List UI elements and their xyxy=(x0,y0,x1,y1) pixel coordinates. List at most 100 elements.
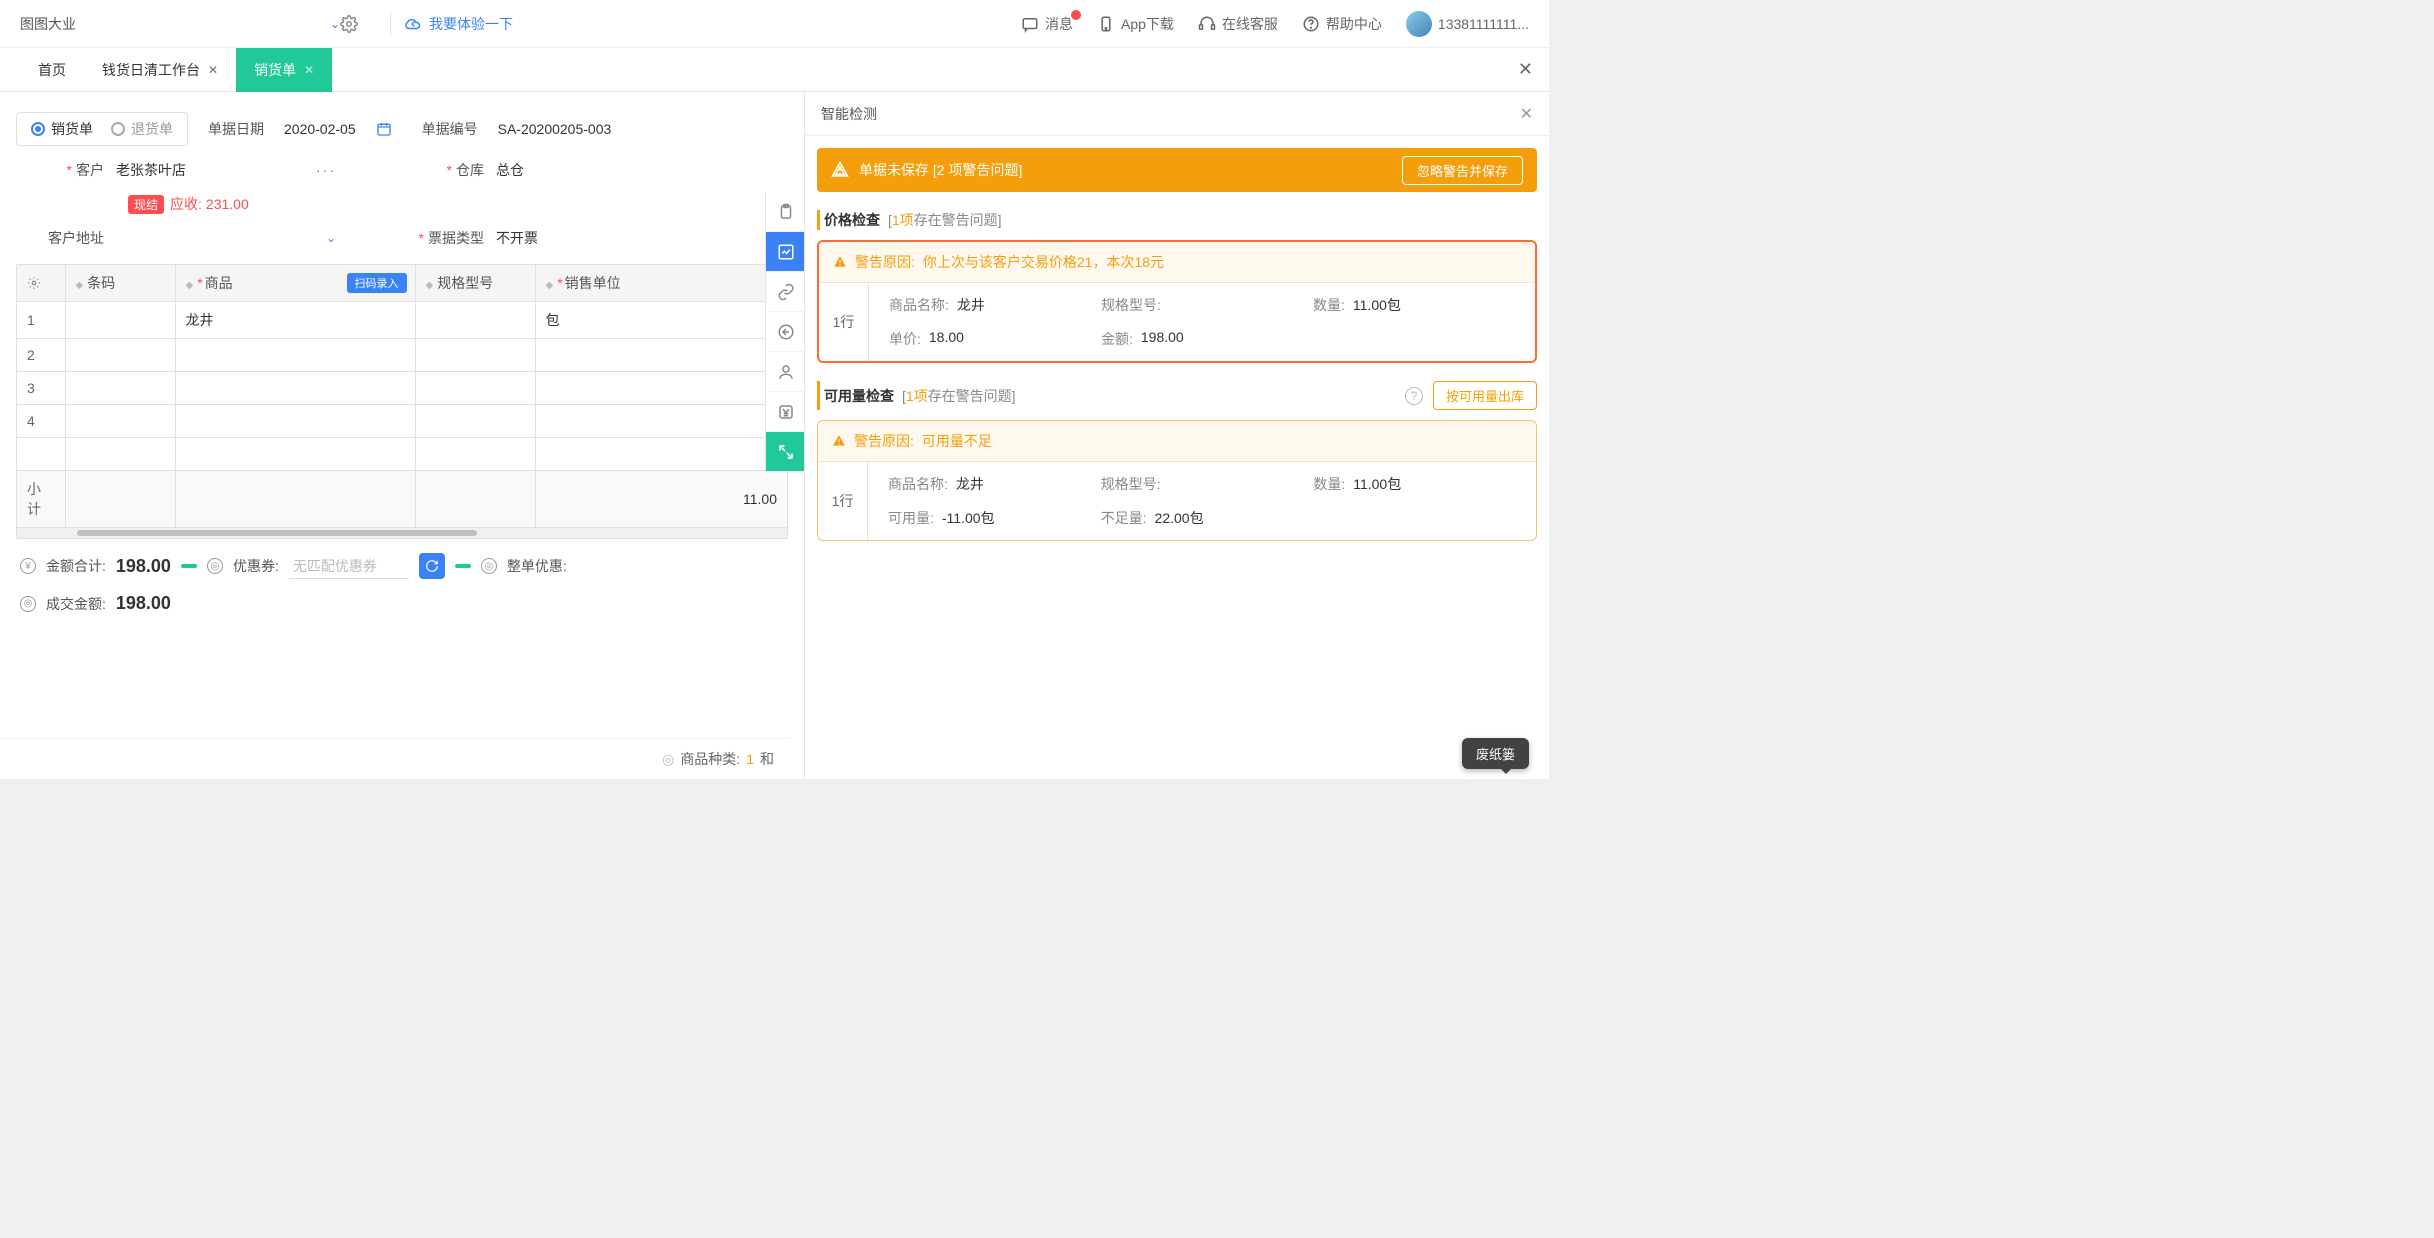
banner-text: 单据未保存 [2 项警告问题] xyxy=(859,160,1022,180)
customer-sub-info: 现结 应收: 231.00 xyxy=(16,194,249,214)
reason-text: 可用量不足 xyxy=(922,431,992,451)
calendar-icon[interactable] xyxy=(376,121,392,137)
number-label: 单据编号 xyxy=(422,119,478,139)
summary-total-row: ¥ 金额合计: 198.00 ◎ 优惠券: 无匹配优惠券 ◎ 整单优惠: xyxy=(20,553,784,579)
tab-workbench-label: 钱货日清工作台 xyxy=(102,60,200,80)
stock-warning-card: 警告原因: 可用量不足 1行 商品名称:龙井 规格型号: 数量:11.00包 可… xyxy=(817,420,1537,541)
side-person-icon[interactable] xyxy=(766,352,804,392)
date-input[interactable]: 2020-02-05 xyxy=(284,121,356,137)
table-row[interactable] xyxy=(17,438,787,471)
ignore-save-button[interactable]: 忽略警告并保存 xyxy=(1402,156,1523,185)
experience-link[interactable]: 我要体验一下 xyxy=(403,14,513,34)
price-section-note: [1项存在警告问题] xyxy=(888,210,1002,230)
warehouse-input[interactable]: 总仓 xyxy=(496,160,696,180)
coupon-icon: ◎ xyxy=(207,558,223,574)
reason-text: 你上次与该客户交易价格21，本次18元 xyxy=(923,252,1164,272)
doc-type-radio-group: 销货单 退货单 xyxy=(16,112,188,146)
chevron-down-icon: ⌄ xyxy=(330,17,340,31)
side-yen-icon[interactable] xyxy=(766,392,804,432)
side-chart-icon[interactable] xyxy=(766,232,804,272)
radio-sale[interactable]: 销货单 xyxy=(31,119,93,139)
product-types-count: 1 xyxy=(746,751,754,767)
user-menu[interactable]: 13381111111... xyxy=(1406,11,1529,37)
side-sync-icon[interactable] xyxy=(766,312,804,352)
company-selector[interactable]: 图图大业 ⌄ xyxy=(20,14,340,34)
app-download-label: App下载 xyxy=(1121,14,1174,34)
cash-badge: 现结 xyxy=(128,195,164,214)
tab-workbench[interactable]: 钱货日清工作台 ✕ xyxy=(84,48,236,92)
customer-label: 客户 xyxy=(76,162,104,178)
tab-sales-order[interactable]: 销货单 ✕ xyxy=(236,48,332,92)
price-check-section: 价格检查 [1项存在警告问题] 警告原因: 你上次与该客户交易价格21，本次18… xyxy=(817,210,1537,363)
right-pane: 智能检测 ✕ 单据未保存 [2 项警告问题] 忽略警告并保存 价格检查 [1项存… xyxy=(804,92,1549,779)
customer-lookup-icon[interactable]: ··· xyxy=(316,162,336,178)
total-label: 金额合计: xyxy=(46,556,106,576)
summary-final-row: ◎ 成交金额: 198.00 xyxy=(20,593,784,614)
table-row[interactable]: 2 xyxy=(17,339,787,372)
close-icon[interactable]: ✕ xyxy=(1520,104,1533,124)
horizontal-scrollbar[interactable] xyxy=(17,528,787,538)
side-toolbar xyxy=(765,192,804,472)
th-product[interactable]: ◆*商品扫码录入 xyxy=(175,265,415,302)
final-label: 成交金额: xyxy=(46,594,106,614)
yen-icon: ¥ xyxy=(20,558,36,574)
stock-check-section: 可用量检查 [1项存在警告问题] ? 按可用量出库 警告原因: 可用量不足 xyxy=(817,381,1537,541)
side-link-icon[interactable] xyxy=(766,272,804,312)
invoice-type-label: 票据类型 xyxy=(428,230,484,246)
close-icon[interactable]: ✕ xyxy=(304,63,314,77)
price-warning-card: 警告原因: 你上次与该客户交易价格21，本次18元 1行 商品名称:龙井 规格型… xyxy=(817,240,1537,363)
left-pane: 销货单 退货单 单据日期 2020-02-05 单据编号 SA-20200205… xyxy=(0,92,804,779)
divider xyxy=(390,12,391,36)
tabs-bar: 首页 钱货日清工作台 ✕ 销货单 ✕ ✕ xyxy=(0,48,1549,92)
online-service-action[interactable]: 在线客服 xyxy=(1198,14,1278,34)
close-icon[interactable]: ✕ xyxy=(208,63,218,77)
side-paste-icon[interactable] xyxy=(766,192,804,232)
header: 图图大业 ⌄ 我要体验一下 消息 App下载 xyxy=(0,0,1549,48)
date-label: 单据日期 xyxy=(208,119,264,139)
table-row[interactable]: 3 xyxy=(17,372,787,405)
coupon-input[interactable]: 无匹配优惠券 xyxy=(289,554,409,579)
side-expand-icon[interactable] xyxy=(766,432,804,472)
username-label: 13381111111... xyxy=(1438,16,1529,32)
trash-tooltip[interactable]: 废纸篓 xyxy=(1462,738,1529,769)
radio-checked-icon xyxy=(31,122,45,136)
th-barcode[interactable]: ◆条码 xyxy=(65,265,175,302)
th-unit[interactable]: ◆*销售单位 xyxy=(535,265,787,302)
footer-icon: ◎ xyxy=(662,751,674,768)
minus-icon xyxy=(181,564,197,568)
radio-return[interactable]: 退货单 xyxy=(111,119,173,139)
chevron-down-icon[interactable]: ⌄ xyxy=(326,231,336,245)
price-section-title: 价格检查 xyxy=(824,210,880,230)
help-center-label: 帮助中心 xyxy=(1326,14,1382,34)
footer-strip: ◎ 商品种类: 1 和 xyxy=(0,738,790,779)
table-row[interactable]: 1龙井包 xyxy=(17,302,787,339)
help-center-action[interactable]: 帮助中心 xyxy=(1302,14,1382,34)
table-settings-icon[interactable] xyxy=(17,265,65,302)
th-spec[interactable]: ◆规格型号 xyxy=(415,265,535,302)
warehouse-label: 仓库 xyxy=(456,162,484,178)
online-service-label: 在线客服 xyxy=(1222,14,1278,34)
reason-label: 警告原因: xyxy=(854,431,914,451)
cloud-icon xyxy=(403,15,421,33)
refresh-coupon-button[interactable] xyxy=(419,553,445,579)
coupon-label: 优惠券: xyxy=(233,556,279,576)
invoice-type-input[interactable]: 不开票 xyxy=(496,228,696,248)
rp-title: 智能检测 xyxy=(821,104,877,124)
stock-section-note: [1项存在警告问题] xyxy=(902,386,1016,406)
tab-home[interactable]: 首页 xyxy=(20,48,84,92)
final-value: 198.00 xyxy=(116,593,171,614)
app-download-action[interactable]: App下载 xyxy=(1097,14,1174,34)
discount-label: 整单优惠: xyxy=(507,556,567,576)
table-row[interactable]: 4 xyxy=(17,405,787,438)
outbound-by-available-button[interactable]: 按可用量出库 xyxy=(1433,381,1537,410)
scan-entry-button[interactable]: 扫码录入 xyxy=(347,273,407,293)
discount-icon: ◎ xyxy=(481,558,497,574)
messages-action[interactable]: 消息 xyxy=(1021,14,1073,34)
settings-icon[interactable] xyxy=(340,15,358,33)
close-all-tabs-icon[interactable]: ✕ xyxy=(1518,59,1533,80)
header-actions: 消息 App下载 在线客服 帮助中心 13381111111... xyxy=(1021,11,1529,37)
customer-input[interactable]: 老张茶叶店 xyxy=(116,160,310,180)
help-icon[interactable]: ? xyxy=(1405,387,1423,405)
receivable-label: 应收: xyxy=(170,194,202,214)
radio-sale-label: 销货单 xyxy=(51,119,93,139)
